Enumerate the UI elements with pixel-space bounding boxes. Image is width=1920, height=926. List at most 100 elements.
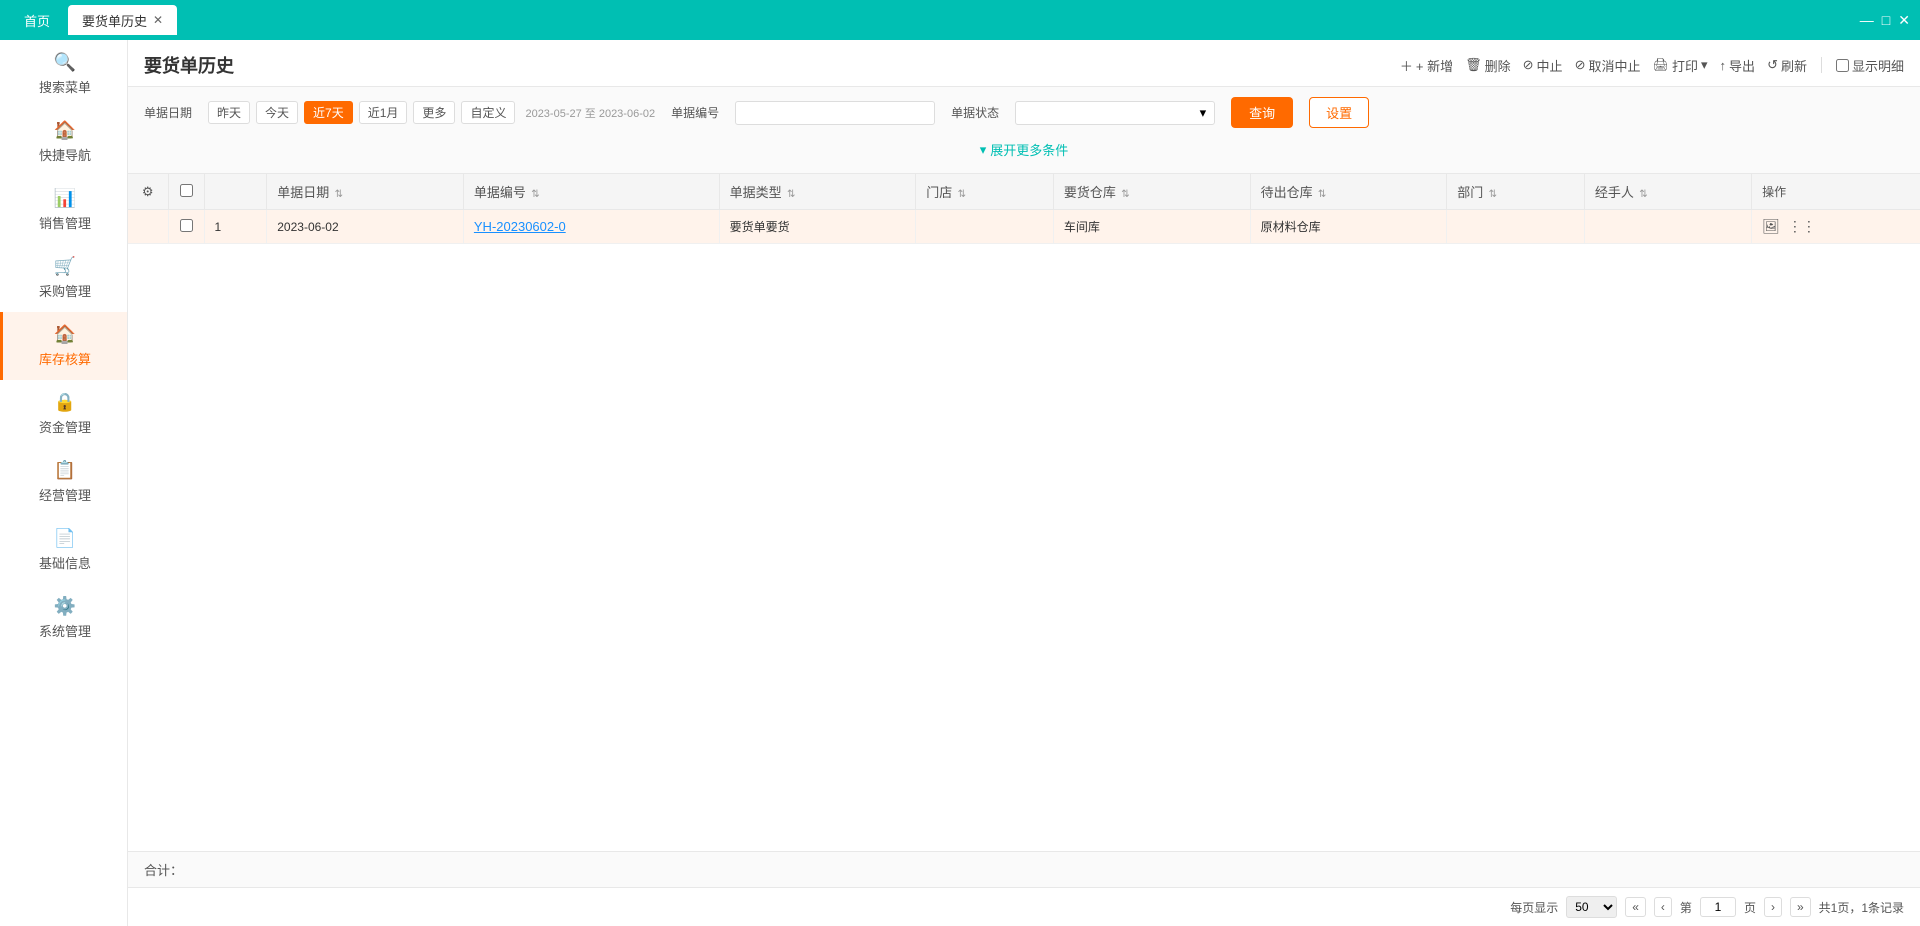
th-doc-no[interactable]: 单据编号 ⇅ <box>463 174 719 210</box>
purchase-mgmt-icon: 🛒 <box>54 256 76 277</box>
th-doc-date[interactable]: 单据日期 ⇅ <box>267 174 464 210</box>
sidebar-item-finance-mgmt[interactable]: 🔒 资金管理 <box>0 380 127 448</box>
page-title: 要货单历史 <box>144 52 1400 78</box>
tab-requisition-history[interactable]: 要货单历史 ✕ <box>68 5 177 35</box>
td-doc-no: YH-20230602-0 <box>463 210 719 244</box>
th-checkbox <box>168 174 204 210</box>
top-nav-bar: 首页 要货单历史 ✕ — □ ✕ <box>0 0 1920 40</box>
th-store[interactable]: 门店 ⇅ <box>916 174 1054 210</box>
sidebar-item-basic-info[interactable]: 📄 基础信息 <box>0 516 127 584</box>
row-checkbox[interactable] <box>180 219 193 232</box>
show-detail-toggle[interactable]: 显示明细 <box>1836 56 1904 75</box>
setting-button[interactable]: 设置 <box>1309 97 1369 128</box>
prev-page-btn[interactable]: ‹ <box>1654 897 1672 917</box>
th-dept-label: 部门 <box>1457 185 1483 200</box>
pagination: 每页显示 50 100 200 « ‹ 第 页 › » 共1页，1条记录 <box>128 887 1920 926</box>
tab-home[interactable]: 首页 <box>10 5 64 35</box>
date-btn-7days[interactable]: 近7天 <box>304 101 353 124</box>
sidebar-item-finance-mgmt-label: 资金管理 <box>39 417 91 436</box>
per-page-select[interactable]: 50 100 200 <box>1566 896 1617 918</box>
sidebar-item-inventory[interactable]: 🏠 库存核算 <box>0 312 127 380</box>
td-seq: 1 <box>204 210 267 244</box>
delete-button[interactable]: 🗑 删除 <box>1465 56 1511 75</box>
new-icon: ＋ <box>1400 56 1413 75</box>
more-action-icon[interactable]: ⋮⋮ <box>1788 218 1816 235</box>
tab-requisition-label: 要货单历史 <box>82 11 147 30</box>
finance-mgmt-icon: 🔒 <box>54 392 76 413</box>
delete-label: 删除 <box>1485 56 1511 75</box>
print-button[interactable]: 🖨 打印 ▾ <box>1652 56 1707 75</box>
summary-label: 合计： <box>144 863 183 878</box>
show-detail-checkbox[interactable] <box>1836 59 1849 72</box>
sort-doc-no-icon: ⇅ <box>531 189 539 200</box>
th-dept[interactable]: 部门 ⇅ <box>1447 174 1585 210</box>
td-doc-type: 要货单要货 <box>719 210 916 244</box>
date-btn-today[interactable]: 今天 <box>256 101 298 124</box>
date-btn-1month[interactable]: 近1月 <box>359 101 408 124</box>
window-minimize-icon[interactable]: — <box>1860 12 1874 28</box>
settings-icon[interactable]: ⚙ <box>142 184 154 199</box>
sidebar-item-purchase-mgmt-label: 采购管理 <box>39 281 91 300</box>
th-doc-no-label: 单据编号 <box>474 185 526 200</box>
sales-mgmt-icon: 📊 <box>54 188 76 209</box>
th-pending-warehouse[interactable]: 待出仓库 ⇅ <box>1250 174 1447 210</box>
cancel-stop-button[interactable]: ⊘ 取消中止 <box>1575 56 1641 75</box>
stop-label: 中止 <box>1537 56 1563 75</box>
last-page-btn[interactable]: » <box>1790 897 1811 917</box>
stop-button[interactable]: ⊘ 中止 <box>1523 56 1563 75</box>
first-page-btn[interactable]: « <box>1625 897 1646 917</box>
view-action-icon[interactable]: 🖼 <box>1762 218 1780 235</box>
th-doc-type-label: 单据类型 <box>730 185 782 200</box>
expand-more-btn[interactable]: ▾ 展开更多条件 <box>144 136 1904 163</box>
window-close-icon[interactable]: ✕ <box>1898 12 1910 29</box>
sidebar-item-purchase-mgmt[interactable]: 🛒 采购管理 <box>0 244 127 312</box>
sidebar-item-search-menu[interactable]: 🔍 搜索菜单 <box>0 40 127 108</box>
date-btn-yesterday[interactable]: 昨天 <box>208 101 250 124</box>
new-button[interactable]: ＋ + 新增 <box>1400 56 1453 75</box>
doc-no-input[interactable] <box>735 101 935 125</box>
th-pending-warehouse-label: 待出仓库 <box>1261 185 1313 200</box>
refresh-button[interactable]: ↺ 刷新 <box>1767 56 1807 75</box>
summary-bar: 合计： <box>128 851 1920 887</box>
export-button[interactable]: ↑ 导出 <box>1720 56 1756 75</box>
date-btn-more[interactable]: 更多 <box>413 101 455 124</box>
th-req-warehouse[interactable]: 要货仓库 ⇅ <box>1053 174 1250 210</box>
select-all-checkbox[interactable] <box>180 184 193 197</box>
query-button[interactable]: 查询 <box>1231 97 1293 128</box>
th-seq <box>204 174 267 210</box>
date-btn-custom[interactable]: 自定义 <box>461 101 515 124</box>
td-handler <box>1584 210 1751 244</box>
th-handler[interactable]: 经手人 ⇅ <box>1584 174 1751 210</box>
requisition-table: ⚙ 单据日期 ⇅ 单据编号 ⇅ <box>128 174 1920 244</box>
th-action: 操作 <box>1752 174 1920 210</box>
sidebar-item-quick-nav[interactable]: 🏠 快捷导航 <box>0 108 127 176</box>
tab-home-label: 首页 <box>24 11 50 30</box>
expand-more-label: 展开更多条件 <box>990 140 1068 159</box>
sidebar-item-system-mgmt[interactable]: ⚙️ 系统管理 <box>0 584 127 652</box>
sort-doc-date-icon: ⇅ <box>335 189 343 200</box>
stop-icon: ⊘ <box>1523 57 1534 73</box>
sidebar-item-operations-mgmt[interactable]: 📋 经营管理 <box>0 448 127 516</box>
content-area: 要货单历史 ＋ + 新增 🗑 删除 ⊘ 中止 ⊘ 取消中止 <box>128 40 1920 926</box>
next-page-btn[interactable]: › <box>1764 897 1782 917</box>
tab-close-icon[interactable]: ✕ <box>153 13 163 27</box>
page-number-input[interactable] <box>1700 897 1736 917</box>
sidebar-item-sales-mgmt[interactable]: 📊 销售管理 <box>0 176 127 244</box>
date-range-display: 2023-05-27 至 2023-06-02 <box>525 105 655 121</box>
th-req-warehouse-label: 要货仓库 <box>1064 185 1116 200</box>
delete-icon: 🗑 <box>1465 57 1482 73</box>
th-store-label: 门店 <box>926 185 952 200</box>
status-select[interactable]: ▾ <box>1015 101 1215 125</box>
doc-no-link[interactable]: YH-20230602-0 <box>474 219 566 234</box>
td-store <box>916 210 1054 244</box>
page-unit-label: 页 <box>1744 899 1756 916</box>
top-nav-right: — □ ✕ <box>1860 12 1910 29</box>
date-filter-label: 单据日期 <box>144 104 192 121</box>
per-page-label: 每页显示 <box>1510 899 1558 916</box>
th-doc-type[interactable]: 单据类型 ⇅ <box>719 174 916 210</box>
system-mgmt-icon: ⚙️ <box>54 596 76 617</box>
td-doc-date: 2023-06-02 <box>267 210 464 244</box>
header-actions: ＋ + 新增 🗑 删除 ⊘ 中止 ⊘ 取消中止 🖨 打印 <box>1400 56 1904 75</box>
refresh-label: 刷新 <box>1781 56 1807 75</box>
window-maximize-icon[interactable]: □ <box>1882 12 1890 28</box>
